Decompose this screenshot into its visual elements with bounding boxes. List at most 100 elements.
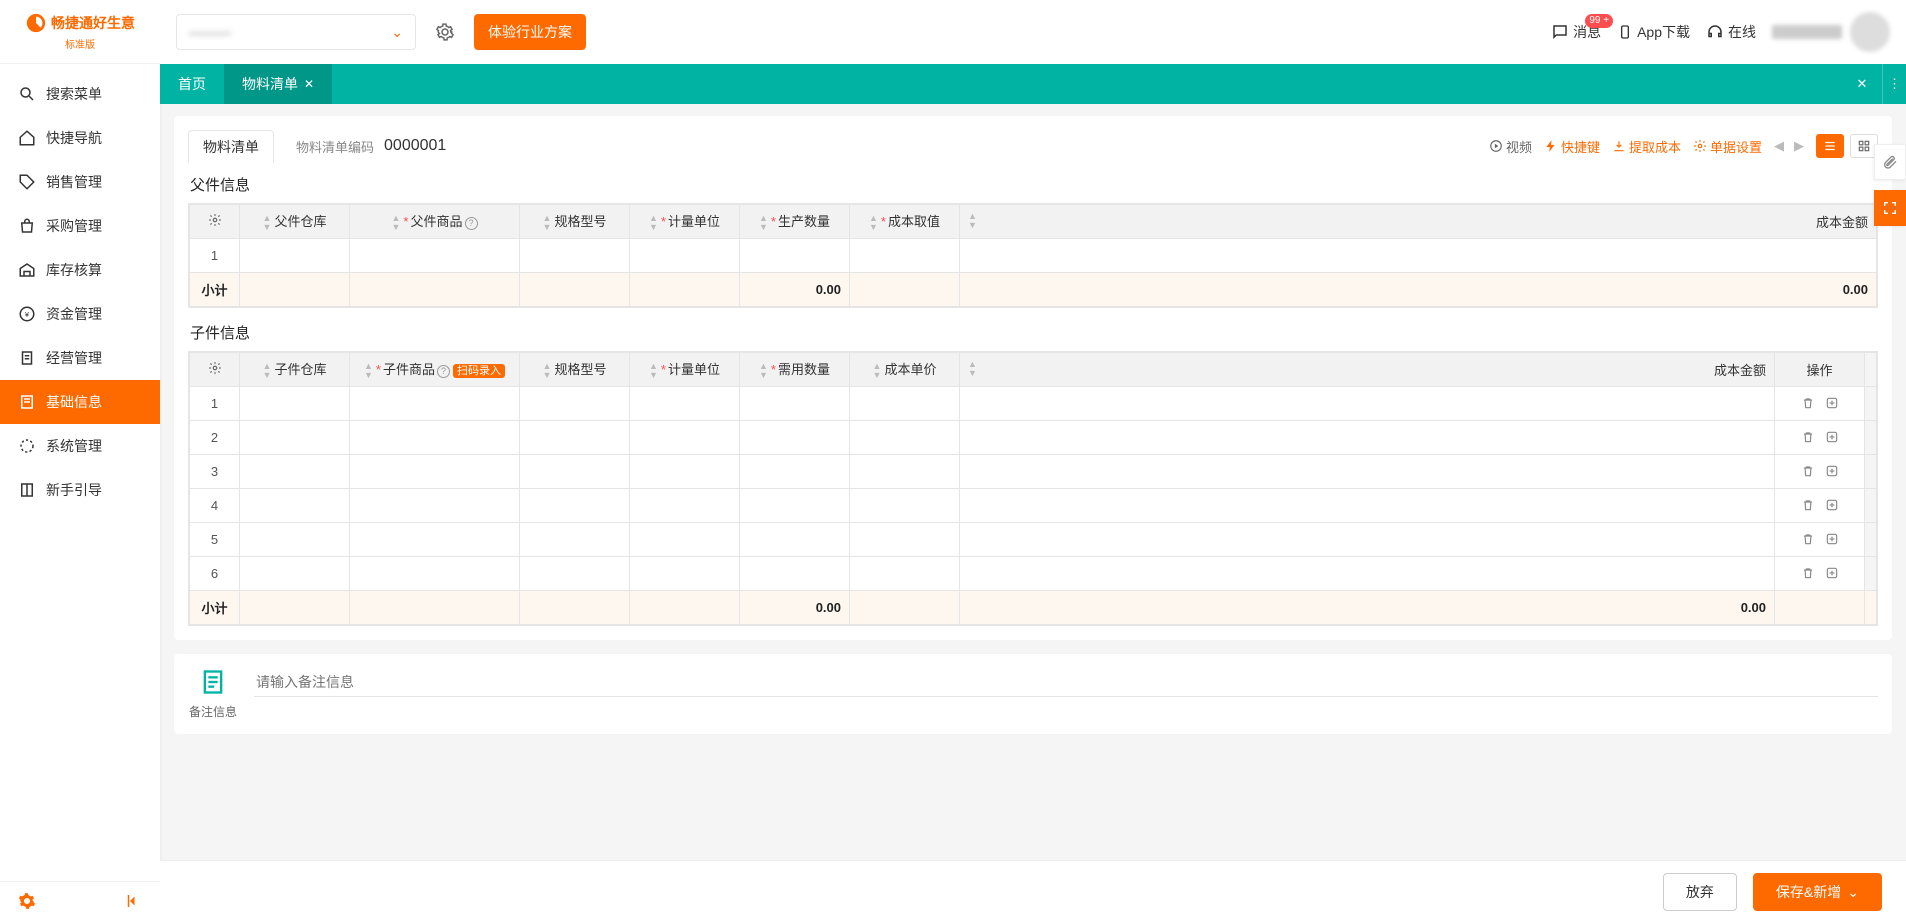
sidebar-item-label: 搜索菜单 bbox=[46, 84, 102, 104]
col-prod-qty[interactable]: ▲▼*生产数量 bbox=[740, 205, 850, 239]
chat-icon bbox=[1551, 23, 1569, 41]
save-and-new-button[interactable]: 保存&新增⌄ bbox=[1753, 873, 1882, 911]
tab-home[interactable]: 首页 bbox=[160, 64, 224, 104]
sidebar-item-sales[interactable]: 销售管理 bbox=[0, 160, 160, 204]
sidebar-item-quick-nav[interactable]: 快捷导航 bbox=[0, 116, 160, 160]
add-row-icon[interactable] bbox=[1823, 428, 1841, 446]
child-row[interactable]: 6 bbox=[190, 557, 1877, 591]
nav-list: 搜索菜单 快捷导航 销售管理 采购管理 库存核算 ¥资金管理 经营管理 基础信息… bbox=[0, 64, 160, 881]
topbar-settings-button[interactable] bbox=[428, 15, 462, 49]
sidebar-item-inventory[interactable]: 库存核算 bbox=[0, 248, 160, 292]
col-parent-warehouse[interactable]: ▲▼父件仓库 bbox=[240, 205, 350, 239]
home-icon bbox=[18, 129, 36, 147]
settings-icon[interactable] bbox=[18, 892, 36, 913]
sidebar-item-search-menu[interactable]: 搜索菜单 bbox=[0, 72, 160, 116]
close-all-tabs-button[interactable]: ✕ bbox=[1842, 64, 1882, 104]
sidebar-item-operations[interactable]: 经营管理 bbox=[0, 336, 160, 380]
col-uom[interactable]: ▲▼*计量单位 bbox=[630, 205, 740, 239]
col-uom[interactable]: ▲▼*计量单位 bbox=[630, 353, 740, 387]
play-icon bbox=[1489, 139, 1503, 153]
online-service-link[interactable]: 在线 bbox=[1706, 22, 1756, 42]
fullscreen-button[interactable] bbox=[1874, 190, 1906, 226]
collapse-sidebar-icon[interactable] bbox=[124, 892, 142, 913]
brand-edition: 标准版 bbox=[65, 36, 95, 51]
delete-row-icon[interactable] bbox=[1799, 394, 1817, 412]
delete-row-icon[interactable] bbox=[1799, 496, 1817, 514]
delete-row-icon[interactable] bbox=[1799, 462, 1817, 480]
prev-page-button[interactable]: ◀ bbox=[1774, 138, 1784, 154]
add-row-icon[interactable] bbox=[1823, 530, 1841, 548]
store-selector[interactable]: ——— ⌄ bbox=[176, 14, 416, 50]
attachment-button[interactable] bbox=[1874, 144, 1906, 180]
discard-button[interactable]: 放弃 bbox=[1663, 873, 1737, 911]
sidebar-item-base-info[interactable]: 基础信息 bbox=[0, 380, 160, 424]
col-child-warehouse[interactable]: ▲▼子件仓库 bbox=[240, 353, 350, 387]
messages-badge: 99 + bbox=[1585, 14, 1613, 28]
col-parent-product[interactable]: ▲▼*父件商品? bbox=[350, 205, 520, 239]
delete-row-icon[interactable] bbox=[1799, 428, 1817, 446]
help-icon[interactable]: ? bbox=[465, 217, 478, 230]
sidebar-item-purchase[interactable]: 采购管理 bbox=[0, 204, 160, 248]
user-avatar[interactable] bbox=[1772, 12, 1890, 52]
parent-row[interactable]: 1 bbox=[190, 239, 1877, 273]
sidebar-item-label: 系统管理 bbox=[46, 436, 102, 456]
col-cost-amount[interactable]: ▲▼成本金额 bbox=[960, 353, 1775, 387]
extract-cost-link[interactable]: 提取成本 bbox=[1612, 137, 1681, 156]
app-download-label: App下载 bbox=[1637, 22, 1690, 42]
try-plan-button[interactable]: 体验行业方案 bbox=[474, 14, 586, 50]
sidebar-item-finance[interactable]: ¥资金管理 bbox=[0, 292, 160, 336]
clipboard-icon bbox=[18, 349, 36, 367]
child-row[interactable]: 1 bbox=[190, 387, 1877, 421]
panel-header: 物料清单 物料清单编码 0000001 视频 快捷键 提取成本 单据设置 ◀ ▶ bbox=[188, 124, 1878, 168]
user-name-blurred bbox=[1772, 25, 1842, 39]
col-cost-price[interactable]: ▲▼成本单价 bbox=[850, 353, 960, 387]
video-link[interactable]: 视频 bbox=[1489, 137, 1532, 156]
shortcut-link[interactable]: 快捷键 bbox=[1544, 137, 1600, 156]
remarks-input[interactable] bbox=[254, 668, 1878, 697]
doc-settings-link[interactable]: 单据设置 bbox=[1693, 137, 1762, 156]
main-panel: 物料清单 物料清单编码 0000001 视频 快捷键 提取成本 单据设置 ◀ ▶ bbox=[174, 116, 1892, 640]
col-settings-button[interactable] bbox=[190, 205, 240, 239]
next-page-button[interactable]: ▶ bbox=[1794, 138, 1804, 154]
help-icon[interactable]: ? bbox=[437, 365, 450, 378]
chevron-down-icon: ⌄ bbox=[1847, 884, 1859, 901]
add-row-icon[interactable] bbox=[1823, 496, 1841, 514]
pager-controls: ◀ ▶ bbox=[1774, 138, 1804, 154]
child-subtotal-row: 小计 0.00 0.00 bbox=[190, 591, 1877, 625]
tabs-expand-button[interactable]: ⋮ bbox=[1882, 64, 1906, 104]
parent-subtotal-row: 小计 0.00 0.00 bbox=[190, 273, 1877, 307]
col-cost-amount[interactable]: ▲▼成本金额 bbox=[960, 205, 1877, 239]
add-row-icon[interactable] bbox=[1823, 564, 1841, 582]
child-row[interactable]: 4 bbox=[190, 489, 1877, 523]
scan-input-chip[interactable]: 扫码录入 bbox=[453, 364, 505, 378]
child-row[interactable]: 2 bbox=[190, 421, 1877, 455]
delete-row-icon[interactable] bbox=[1799, 564, 1817, 582]
col-child-product[interactable]: ▲▼*子件商品?扫码录入 bbox=[350, 353, 520, 387]
sidebar-item-label: 经营管理 bbox=[46, 348, 102, 368]
list-view-button[interactable] bbox=[1816, 134, 1844, 158]
sidebar-item-system[interactable]: 系统管理 bbox=[0, 424, 160, 468]
download-icon bbox=[1612, 139, 1626, 153]
gear-icon bbox=[1693, 139, 1707, 153]
add-row-icon[interactable] bbox=[1823, 394, 1841, 412]
messages-link[interactable]: 消息 99 + bbox=[1551, 22, 1601, 42]
col-settings-button[interactable] bbox=[190, 353, 240, 387]
close-icon[interactable]: ✕ bbox=[304, 77, 314, 91]
child-subtotal-amount: 0.00 bbox=[960, 591, 1775, 625]
sidebar-item-label: 销售管理 bbox=[46, 172, 102, 192]
tab-bom[interactable]: 物料清单 ✕ bbox=[224, 64, 332, 104]
child-table: ▲▼子件仓库 ▲▼*子件商品?扫码录入 ▲▼规格型号 ▲▼*计量单位 ▲▼*需用… bbox=[188, 351, 1878, 626]
col-spec[interactable]: ▲▼规格型号 bbox=[520, 353, 630, 387]
app-download-link[interactable]: App下载 bbox=[1617, 22, 1690, 42]
online-label: 在线 bbox=[1728, 22, 1756, 42]
col-cost-basis[interactable]: ▲▼*成本取值 bbox=[850, 205, 960, 239]
child-row[interactable]: 5 bbox=[190, 523, 1877, 557]
col-need-qty[interactable]: ▲▼*需用数量 bbox=[740, 353, 850, 387]
delete-row-icon[interactable] bbox=[1799, 530, 1817, 548]
gear-dashed-icon bbox=[18, 437, 36, 455]
add-row-icon[interactable] bbox=[1823, 462, 1841, 480]
panel-tab-bom[interactable]: 物料清单 bbox=[188, 130, 274, 163]
sidebar-item-guide[interactable]: 新手引导 bbox=[0, 468, 160, 512]
child-row[interactable]: 3 bbox=[190, 455, 1877, 489]
col-spec[interactable]: ▲▼规格型号 bbox=[520, 205, 630, 239]
